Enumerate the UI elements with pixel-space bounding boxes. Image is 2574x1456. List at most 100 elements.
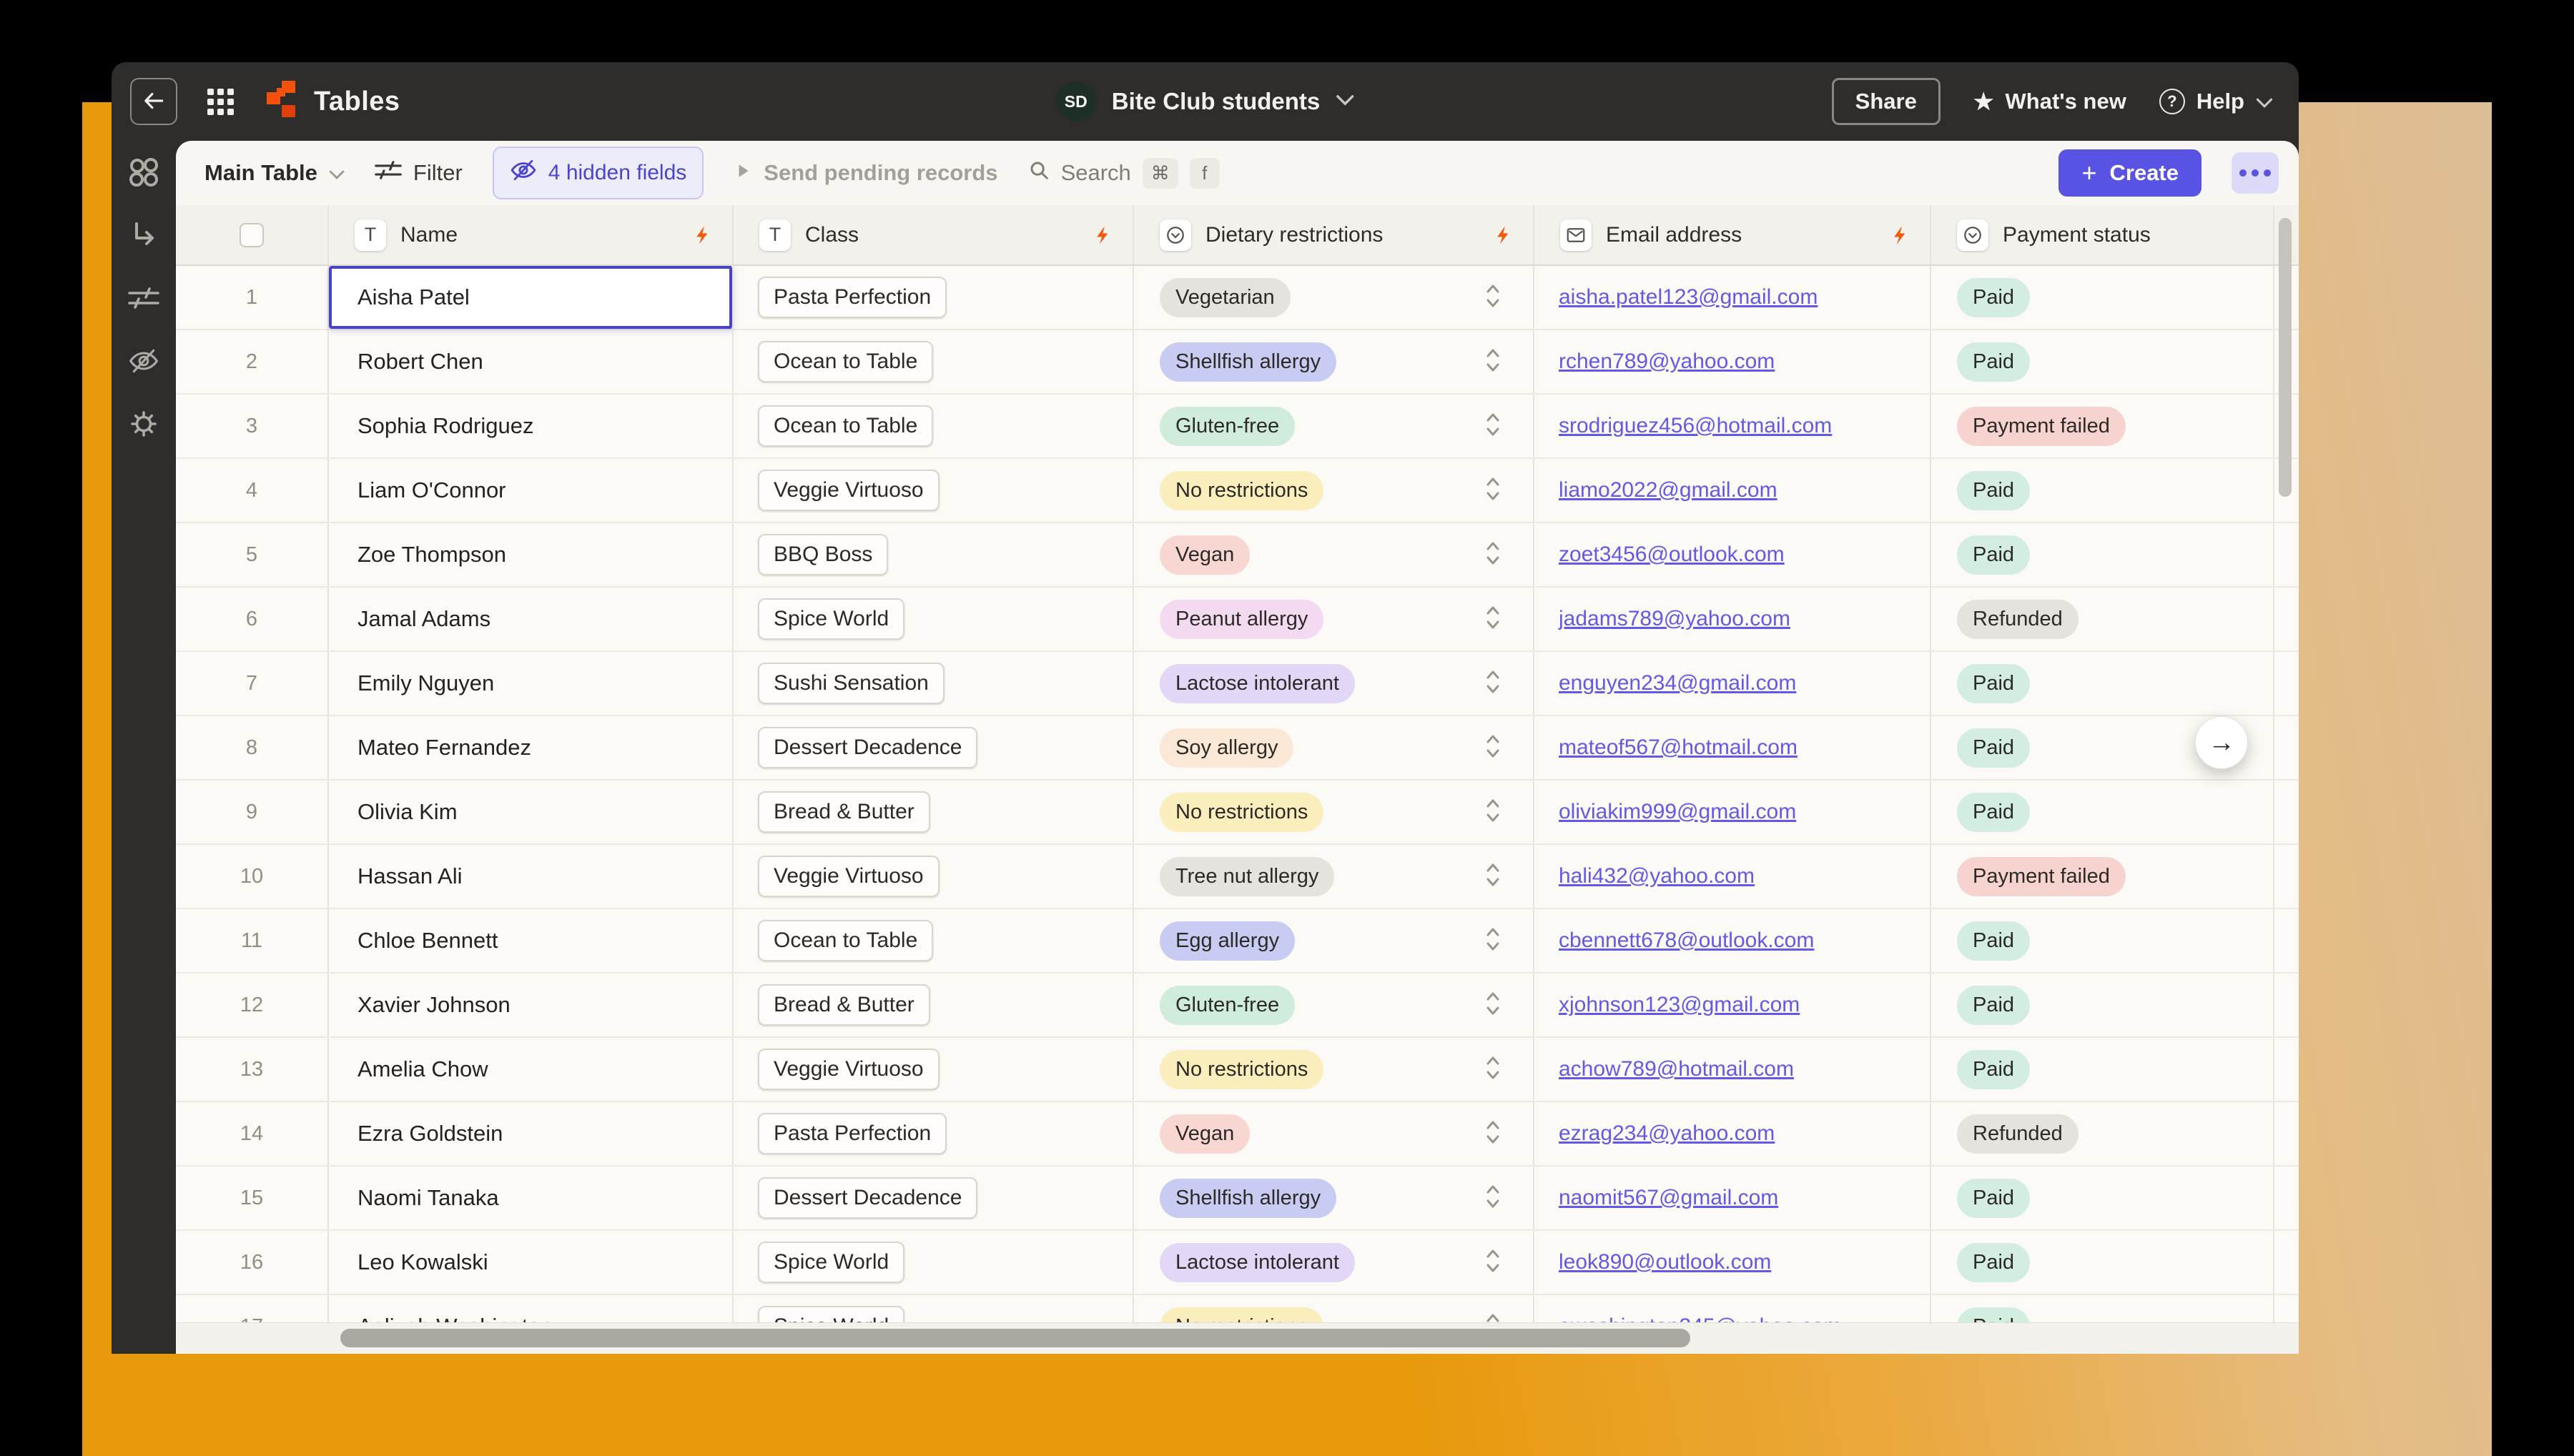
app-grid-icon[interactable] <box>207 89 234 115</box>
name-cell[interactable]: Amelia Chow <box>329 1038 734 1101</box>
email-link[interactable]: mateof567@hotmail.com <box>1559 736 1798 760</box>
email-link[interactable]: naomit567@gmail.com <box>1559 1186 1778 1210</box>
payment-cell[interactable]: Paid <box>1931 459 2274 522</box>
email-cell[interactable]: jadams789@yahoo.com <box>1534 588 1931 650</box>
email-link[interactable]: liamo2022@gmail.com <box>1559 478 1777 502</box>
dietary-cell[interactable]: No restrictions <box>1134 459 1534 522</box>
email-link[interactable]: srodriguez456@hotmail.com <box>1559 414 1832 438</box>
class-cell[interactable]: Ocean to Table <box>734 395 1134 457</box>
dietary-cell[interactable]: Egg allergy <box>1134 909 1534 972</box>
collapse-stepper-icon[interactable] <box>1484 668 1502 699</box>
name-cell[interactable]: Olivia Kim <box>329 781 734 843</box>
email-link[interactable]: ezrag234@yahoo.com <box>1559 1121 1775 1146</box>
whats-new-button[interactable]: ★ What's new <box>1973 88 2126 115</box>
name-cell[interactable]: Naomi Tanaka <box>329 1167 734 1229</box>
table-row[interactable]: 1Aisha PatelPasta PerfectionVegetarianai… <box>176 266 2299 330</box>
eye-off-icon[interactable] <box>128 345 159 377</box>
name-cell[interactable]: Aisha Patel <box>329 266 734 329</box>
collapse-stepper-icon[interactable] <box>1484 1247 1502 1278</box>
name-cell[interactable]: Chloe Bennett <box>329 909 734 972</box>
settings-gear-icon[interactable] <box>128 408 159 440</box>
class-cell[interactable]: Veggie Virtuoso <box>734 1038 1134 1101</box>
class-cell[interactable]: Sushi Sensation <box>734 652 1134 715</box>
sub-item-arrow-icon[interactable] <box>128 219 159 251</box>
adjustments-icon[interactable] <box>128 282 159 314</box>
select-all-checkbox[interactable] <box>240 223 264 247</box>
column-header-payment[interactable]: Payment status <box>1931 205 2274 264</box>
table-row[interactable]: 16Leo KowalskiSpice WorldLactose intoler… <box>176 1231 2299 1295</box>
dietary-cell[interactable]: Shellfish allergy <box>1134 330 1534 393</box>
table-row[interactable]: 8Mateo FernandezDessert DecadenceSoy all… <box>176 716 2299 781</box>
view-switcher[interactable]: Main Table <box>204 160 345 186</box>
column-header-name[interactable]: T Name <box>329 205 734 264</box>
table-row[interactable]: 9Olivia KimBread & ButterNo restrictions… <box>176 781 2299 845</box>
name-cell[interactable]: Zoe Thompson <box>329 523 734 586</box>
class-cell[interactable]: Veggie Virtuoso <box>734 459 1134 522</box>
email-link[interactable]: hali432@yahoo.com <box>1559 864 1755 888</box>
class-cell[interactable]: Veggie Virtuoso <box>734 845 1134 908</box>
horizontal-scrollbar[interactable] <box>340 1329 1690 1347</box>
dietary-cell[interactable]: No restrictions <box>1134 781 1534 843</box>
email-link[interactable]: aisha.patel123@gmail.com <box>1559 285 1818 309</box>
dietary-cell[interactable]: Gluten-free <box>1134 395 1534 457</box>
email-cell[interactable]: rchen789@yahoo.com <box>1534 330 1931 393</box>
name-cell[interactable]: Ezra Goldstein <box>329 1102 734 1165</box>
collapse-stepper-icon[interactable] <box>1484 990 1502 1021</box>
email-link[interactable]: rchen789@yahoo.com <box>1559 350 1775 374</box>
email-link[interactable]: enguyen234@gmail.com <box>1559 671 1796 695</box>
class-cell[interactable]: Dessert Decadence <box>734 1167 1134 1229</box>
payment-cell[interactable]: Paid <box>1931 1038 2274 1101</box>
vertical-scrollbar[interactable] <box>2279 218 2292 497</box>
class-cell[interactable]: Pasta Perfection <box>734 1102 1134 1165</box>
name-cell[interactable]: Sophia Rodriguez <box>329 395 734 457</box>
class-cell[interactable]: Bread & Butter <box>734 974 1134 1036</box>
search-button[interactable]: Search ⌘ f <box>1028 158 1220 189</box>
email-cell[interactable]: xjohnson123@gmail.com <box>1534 974 1931 1036</box>
email-cell[interactable]: naomit567@gmail.com <box>1534 1167 1931 1229</box>
email-link[interactable]: oliviakim999@gmail.com <box>1559 800 1796 824</box>
email-cell[interactable]: aisha.patel123@gmail.com <box>1534 266 1931 329</box>
filter-button[interactable]: Filter <box>375 159 463 187</box>
email-link[interactable]: zoet3456@outlook.com <box>1559 543 1785 567</box>
collapse-stepper-icon[interactable] <box>1484 282 1502 313</box>
back-button[interactable] <box>130 78 177 125</box>
payment-cell[interactable]: Refunded <box>1931 588 2274 650</box>
collapse-stepper-icon[interactable] <box>1484 733 1502 763</box>
payment-cell[interactable]: Refunded <box>1931 1102 2274 1165</box>
email-link[interactable]: leok890@outlook.com <box>1559 1250 1771 1274</box>
dietary-cell[interactable]: Lactose intolerant <box>1134 1231 1534 1294</box>
class-cell[interactable]: Spice World <box>734 1231 1134 1294</box>
payment-cell[interactable]: Paid <box>1931 909 2274 972</box>
collapse-stepper-icon[interactable] <box>1484 1183 1502 1214</box>
table-row[interactable]: 5Zoe ThompsonBBQ BossVeganzoet3456@outlo… <box>176 523 2299 588</box>
payment-cell[interactable]: Payment failed <box>1931 395 2274 457</box>
name-cell[interactable]: Jamal Adams <box>329 588 734 650</box>
name-cell[interactable]: Robert Chen <box>329 330 734 393</box>
name-cell[interactable]: Mateo Fernandez <box>329 716 734 779</box>
email-cell[interactable]: enguyen234@gmail.com <box>1534 652 1931 715</box>
payment-cell[interactable]: Paid <box>1931 1167 2274 1229</box>
email-cell[interactable]: cbennett678@outlook.com <box>1534 909 1931 972</box>
collapse-stepper-icon[interactable] <box>1484 347 1502 377</box>
help-menu[interactable]: ? Help <box>2159 89 2273 114</box>
more-options-button[interactable] <box>2232 152 2279 194</box>
share-button[interactable]: Share <box>1832 78 1941 125</box>
class-cell[interactable]: BBQ Boss <box>734 523 1134 586</box>
table-row[interactable]: 13Amelia ChowVeggie VirtuosoNo restricti… <box>176 1038 2299 1102</box>
table-row[interactable]: 3Sophia RodriguezOcean to TableGluten-fr… <box>176 395 2299 459</box>
table-row[interactable]: 6Jamal AdamsSpice WorldPeanut allergyjad… <box>176 588 2299 652</box>
table-row[interactable]: 10Hassan AliVeggie VirtuosoTree nut alle… <box>176 845 2299 909</box>
class-cell[interactable]: Dessert Decadence <box>734 716 1134 779</box>
payment-cell[interactable]: Paid <box>1931 974 2274 1036</box>
email-link[interactable]: achow789@hotmail.com <box>1559 1057 1794 1081</box>
collapse-stepper-icon[interactable] <box>1484 797 1502 828</box>
email-cell[interactable]: leok890@outlook.com <box>1534 1231 1931 1294</box>
collapse-stepper-icon[interactable] <box>1484 475 1502 506</box>
column-header-class[interactable]: T Class <box>734 205 1134 264</box>
dietary-cell[interactable]: Lactose intolerant <box>1134 652 1534 715</box>
name-cell[interactable]: Xavier Johnson <box>329 974 734 1036</box>
payment-cell[interactable]: Paid <box>1931 781 2274 843</box>
send-pending-records-button[interactable]: Send pending records <box>734 160 997 186</box>
email-cell[interactable]: zoet3456@outlook.com <box>1534 523 1931 586</box>
name-cell[interactable]: Leo Kowalski <box>329 1231 734 1294</box>
